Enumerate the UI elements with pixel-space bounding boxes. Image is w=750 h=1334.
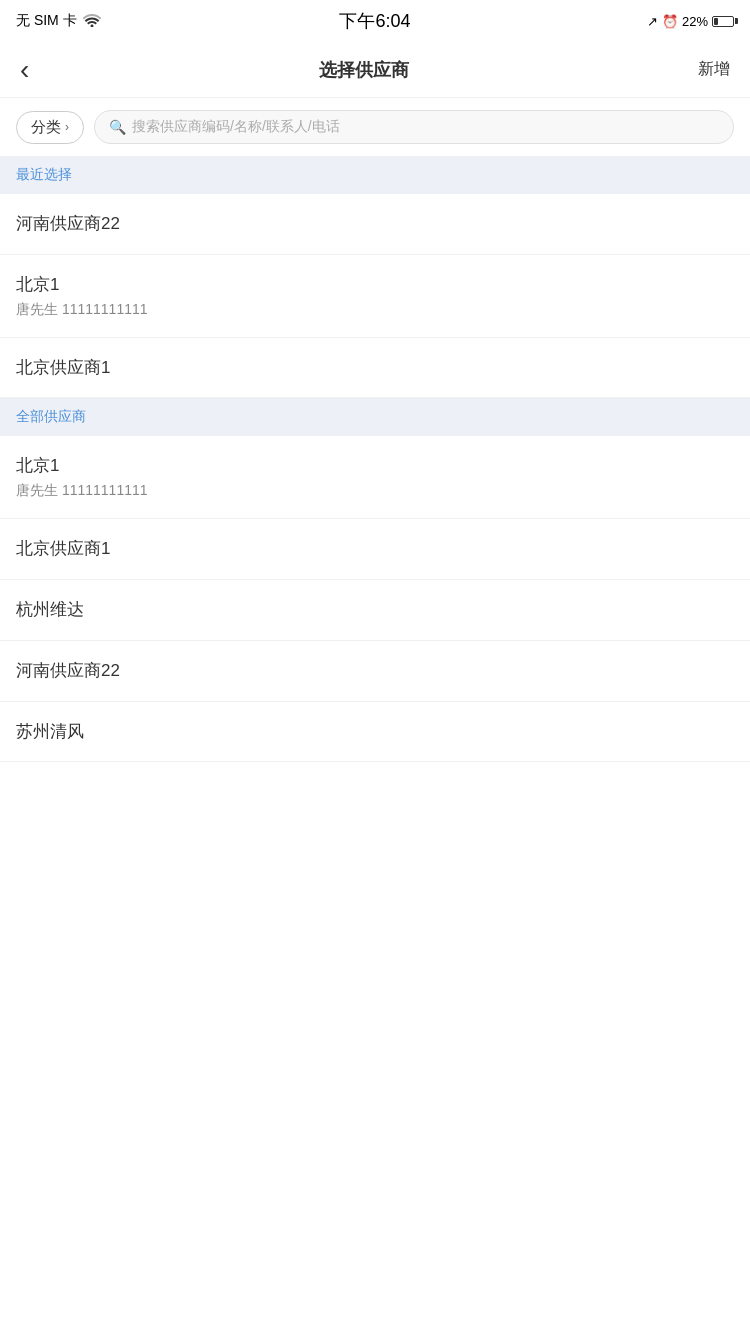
status-right: ↗ ⏰ 22% [647,14,734,29]
supplier-name: 北京1 [16,273,734,297]
status-bar: 无 SIM 卡 下午6:04 ↗ ⏰ 22% [0,0,750,42]
section-header-recent: 最近选择 [0,156,750,194]
list-item[interactable]: 杭州维达 [0,580,750,641]
list-item[interactable]: 北京1 唐先生 11111111111 [0,255,750,338]
back-button[interactable]: ‹ [20,54,29,86]
add-button[interactable]: 新增 [698,59,730,80]
search-placeholder: 搜索供应商编码/名称/联系人/电话 [132,118,340,136]
supplier-name: 北京1 [16,454,734,478]
filter-bar: 分类 › 🔍 搜索供应商编码/名称/联系人/电话 [0,98,750,156]
list-item[interactable]: 北京供应商1 [0,338,750,399]
list-item[interactable]: 北京供应商1 [0,519,750,580]
alarm-icon: ⏰ [662,14,678,29]
supplier-name: 苏州清风 [16,720,734,744]
supplier-list: 最近选择河南供应商22 北京1 唐先生 11111111111 北京供应商1 全部供应商… [0,156,750,762]
section-header-all: 全部供应商 [0,398,750,436]
search-box[interactable]: 🔍 搜索供应商编码/名称/联系人/电话 [94,110,734,144]
supplier-sub: 唐先生 11111111111 [16,301,734,319]
battery-icon [712,16,734,27]
list-item[interactable]: 河南供应商22 [0,194,750,255]
supplier-name: 北京供应商1 [16,537,734,561]
no-sim-label: 无 SIM 卡 [16,12,77,30]
category-button[interactable]: 分类 › [16,111,84,144]
supplier-name: 河南供应商22 [16,659,734,683]
chevron-right-icon: › [65,120,69,134]
page-title: 选择供应商 [319,58,409,82]
status-time: 下午6:04 [339,9,410,33]
supplier-name: 杭州维达 [16,598,734,622]
location-icon: ↗ [647,14,658,29]
supplier-name: 北京供应商1 [16,356,734,380]
list-item[interactable]: 河南供应商22 [0,641,750,702]
battery-percent: 22% [682,14,708,29]
category-label: 分类 [31,118,61,137]
search-icon: 🔍 [109,119,126,135]
wifi-icon [83,13,101,30]
supplier-sub: 唐先生 11111111111 [16,482,734,500]
list-item[interactable]: 北京1 唐先生 11111111111 [0,436,750,519]
list-item[interactable]: 苏州清风 [0,702,750,763]
nav-bar: ‹ 选择供应商 新增 [0,42,750,98]
status-left: 无 SIM 卡 [16,12,101,30]
supplier-name: 河南供应商22 [16,212,734,236]
